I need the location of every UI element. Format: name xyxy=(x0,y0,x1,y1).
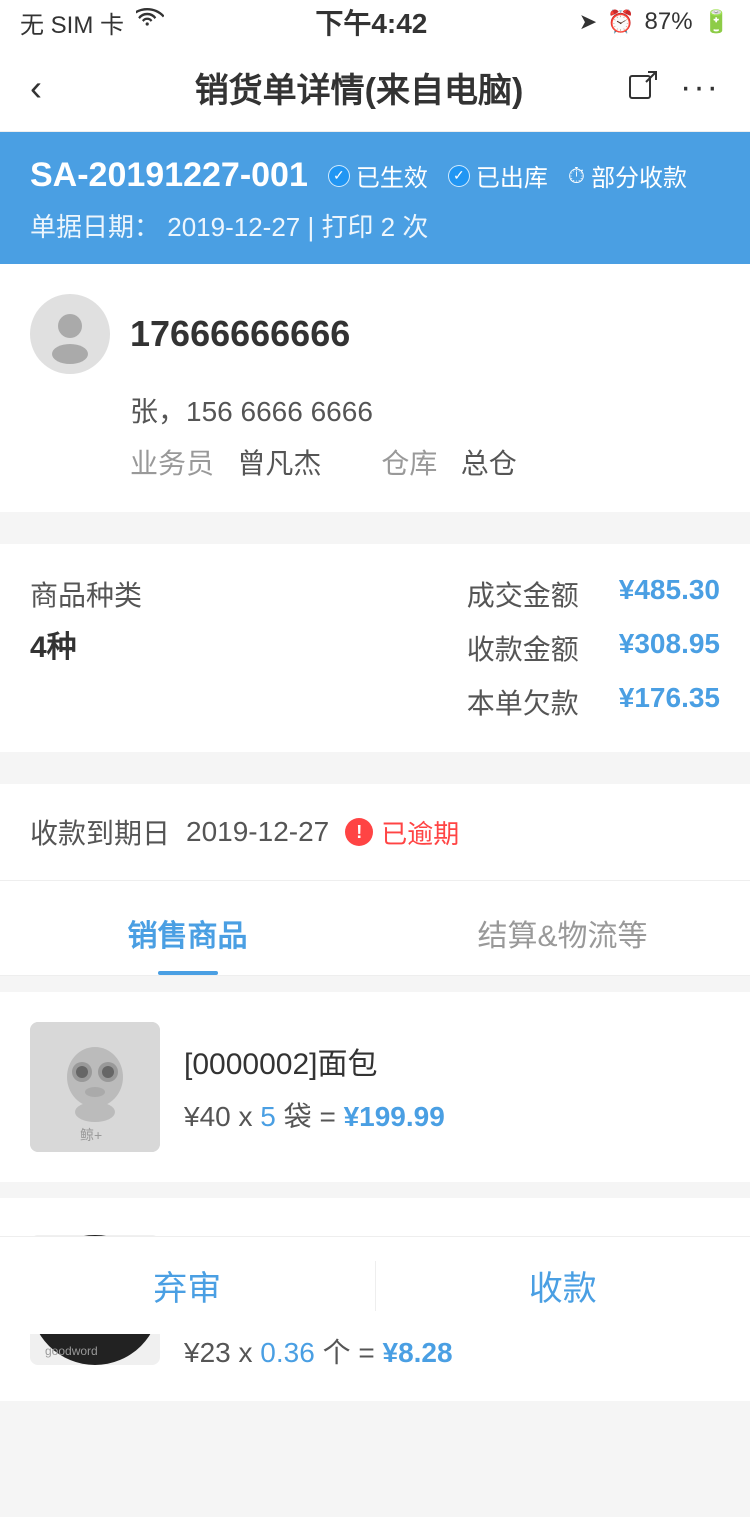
order-date-label: 单据日期： xyxy=(30,212,160,242)
product-type-value: 4种 xyxy=(30,622,142,666)
tab-sales-products[interactable]: 销售商品 xyxy=(0,881,375,975)
tabs-section: 销售商品 结算&物流等 xyxy=(0,881,750,976)
received-value: ¥308.95 xyxy=(619,628,720,668)
customer-name-row: 张，156 6666 6666 xyxy=(30,390,720,430)
product-list: 鲸+ [0000002]面包 ¥40 x 5 袋 = ¥199.99 xyxy=(0,992,750,1401)
staff-warehouse-row: 业务员 曾凡杰 仓库 总仓 xyxy=(30,442,720,482)
product-price-row: ¥23 x 0.36 个 = ¥8.28 xyxy=(184,1331,720,1371)
overdue-circle-icon: ! xyxy=(345,818,373,846)
product-name: [0000002]面包 xyxy=(184,1039,720,1083)
amount-value: ¥485.30 xyxy=(619,574,720,614)
avatar xyxy=(30,294,110,374)
customer-phone: 17666666666 xyxy=(130,313,350,355)
order-date: 2019-12-27 xyxy=(167,212,300,242)
product-price-row: ¥40 x 5 袋 = ¥199.99 xyxy=(184,1095,720,1135)
abandon-review-button[interactable]: 弃审 xyxy=(0,1241,375,1330)
customer-section: 17666666666 张，156 6666 6666 业务员 曾凡杰 仓库 总… xyxy=(0,264,750,512)
svg-text:鲸+: 鲸+ xyxy=(80,1127,102,1143)
status-effective: ✓ 已生效 xyxy=(328,158,428,193)
status-bar: 无 SIM 卡 下午4:42 ➤ ⏰ 87% 🔋 xyxy=(0,0,750,44)
battery-text: 87% xyxy=(645,8,693,36)
overdue-text: 已逾期 xyxy=(381,814,459,851)
order-id: SA-20191227-001 xyxy=(30,156,308,195)
due-date-value: 2019-12-27 xyxy=(186,816,329,848)
product-total: ¥199.99 xyxy=(344,1101,445,1132)
order-header: SA-20191227-001 ✓ 已生效 ✓ 已出库 ⏱ 部分收款 单据日期：… xyxy=(0,132,750,264)
debt-value: ¥176.35 xyxy=(619,682,720,722)
page-title: 销货单详情(来自电脑) xyxy=(90,63,628,112)
print-info: | 打印 2 次 xyxy=(307,212,428,242)
product-info: [0000002]面包 ¥40 x 5 袋 = ¥199.99 xyxy=(184,1039,720,1135)
battery-icon: 🔋 xyxy=(703,9,730,35)
location-icon: ➤ xyxy=(579,9,597,35)
received-label: 收款金额 xyxy=(467,628,579,668)
debt-label: 本单欠款 xyxy=(467,682,579,722)
product-thumbnail: 鲸+ xyxy=(30,1022,160,1152)
overdue-badge: ! 已逾期 xyxy=(345,814,459,851)
product-item: 鲸+ [0000002]面包 ¥40 x 5 袋 = ¥199.99 xyxy=(0,992,750,1182)
tab-settlement[interactable]: 结算&物流等 xyxy=(375,881,750,975)
status-partial: ⏱ 部分收款 xyxy=(568,158,687,193)
alarm-icon: ⏰ xyxy=(607,9,634,35)
nav-bar: ‹ 销货单详情(来自电脑) ··· xyxy=(0,44,750,132)
collect-payment-button[interactable]: 收款 xyxy=(376,1241,750,1330)
wifi-icon xyxy=(136,8,164,37)
product-qty: 0.36 xyxy=(260,1337,315,1368)
product-qty: 5 xyxy=(260,1101,276,1132)
product-total: ¥8.28 xyxy=(383,1337,453,1368)
stats-section: 商品种类 4种 成交金额 ¥485.30 收款金额 ¥308.95 本单欠款 ¥… xyxy=(0,544,750,752)
share-icon[interactable] xyxy=(628,68,660,108)
bottom-bar: 弃审 收款 xyxy=(0,1236,750,1334)
more-icon[interactable]: ··· xyxy=(680,68,720,107)
carrier-text: 无 SIM 卡 xyxy=(20,5,124,40)
status-shipped: ✓ 已出库 xyxy=(448,158,548,193)
status-time: 下午4:42 xyxy=(315,2,427,42)
svg-text:goodword: goodword xyxy=(45,1344,98,1358)
back-button[interactable]: ‹ xyxy=(30,67,90,109)
due-date-label: 收款到期日 xyxy=(30,812,170,852)
due-date-section: 收款到期日 2019-12-27 ! 已逾期 xyxy=(0,784,750,881)
product-type-label: 商品种类 xyxy=(30,574,142,614)
amount-label: 成交金额 xyxy=(467,574,579,614)
